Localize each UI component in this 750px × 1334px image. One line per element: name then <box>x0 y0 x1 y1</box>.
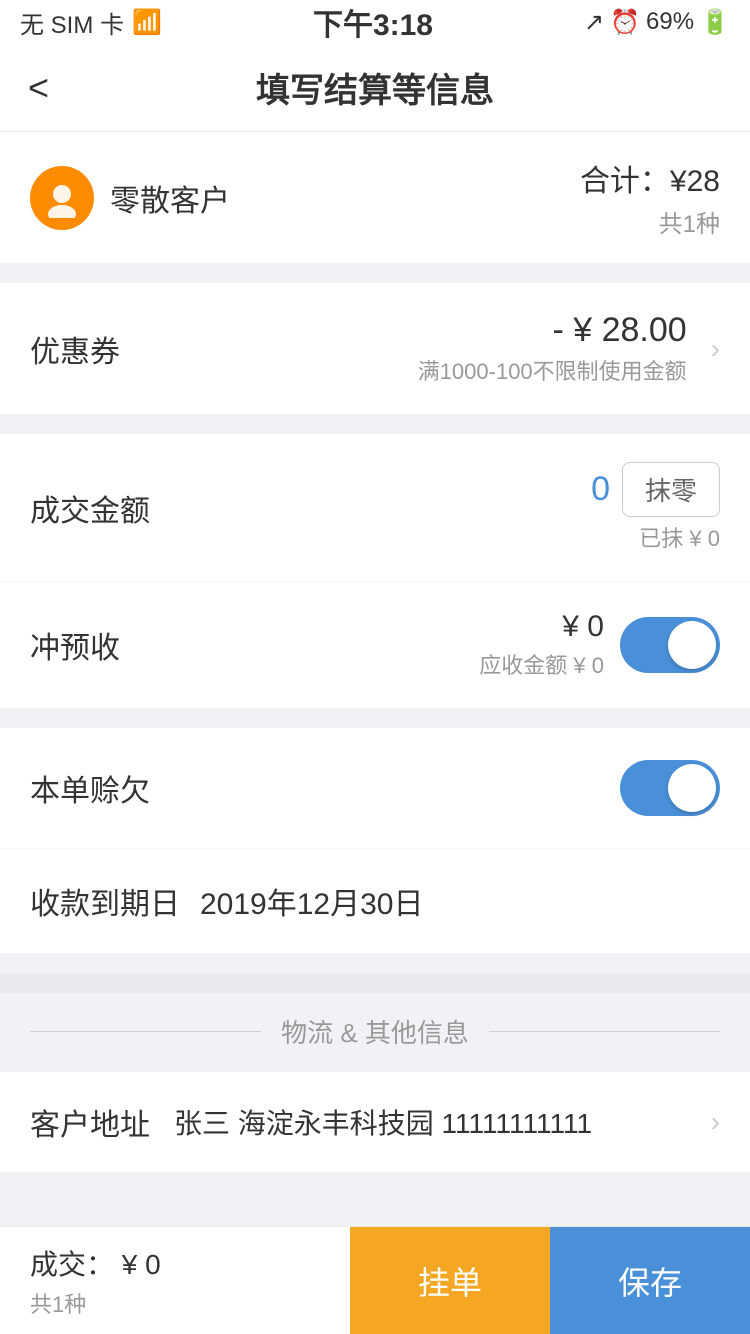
status-left: 无 SIM 卡 📶 <box>20 5 162 40</box>
bottom-transaction-label: 成交： <box>30 1249 114 1280</box>
status-time: 下午3:18 <box>313 0 433 44</box>
location-icon: ↗ <box>584 8 604 37</box>
customer-name: 零散客户 <box>110 176 230 220</box>
coupon-right-area: - ¥ 28.00 满1000-100不限制使用金额 › <box>418 311 720 386</box>
transaction-value[interactable]: 0 <box>591 470 610 509</box>
address-chevron-icon: › <box>711 1106 720 1138</box>
bottom-summary: 成交： ¥ 0 共1种 <box>0 1243 350 1319</box>
total-count: 共1种 <box>580 204 720 239</box>
duedate-row: 收款到期日 2019年12月30日 <box>0 848 750 953</box>
logistics-header: 物流 & 其他信息 <box>0 993 750 1070</box>
transaction-row: 成交金额 0 抹零 已抹 ¥ 0 <box>0 434 750 582</box>
address-value: 张三 海淀永丰科技园 11111111111 <box>174 1102 699 1142</box>
address-label: 客户地址 <box>30 1100 150 1144</box>
round-zero-button[interactable]: 抹零 <box>622 462 720 517</box>
prereceive-sub: 应收金额 ¥ 0 <box>479 648 604 680</box>
bottom-bar: 成交： ¥ 0 共1种 挂单 保存 <box>0 1226 750 1334</box>
battery-percent: 69% <box>646 8 694 36</box>
prereceive-right: ¥ 0 应收金额 ¥ 0 <box>479 610 720 680</box>
credit-label: 本单赊欠 <box>30 766 150 810</box>
main-content: 零散客户 合计：¥28 共1种 优惠券 - ¥ 28.00 满1000-100不… <box>0 132 750 1292</box>
coupon-discount: - ¥ 28.00 <box>418 311 687 350</box>
nav-bar: < 填写结算等信息 <box>0 44 750 132</box>
bottom-transaction-amount: ¥ 0 <box>122 1249 161 1280</box>
coupon-label: 优惠券 <box>30 327 120 371</box>
hold-button[interactable]: 挂单 <box>350 1227 550 1334</box>
toggle-knob <box>668 621 716 669</box>
coupon-desc: 满1000-100不限制使用金额 <box>418 354 687 386</box>
avatar <box>30 166 94 230</box>
credit-section: 本单赊欠 收款到期日 2019年12月30日 <box>0 728 750 953</box>
address-row[interactable]: 客户地址 张三 海淀永丰科技园 11111111111 › <box>0 1072 750 1172</box>
prereceive-row: 冲预收 ¥ 0 应收金额 ¥ 0 <box>0 582 750 708</box>
duedate-value[interactable]: 2019年12月30日 <box>200 879 423 923</box>
credit-row: 本单赊欠 <box>0 728 750 848</box>
customer-section: 零散客户 合计：¥28 共1种 <box>0 132 750 263</box>
transaction-label: 成交金额 <box>30 486 150 530</box>
customer-left: 零散客户 <box>30 166 230 230</box>
wifi-icon: 📶 <box>132 8 162 37</box>
prereceive-amount: ¥ 0 <box>479 610 604 644</box>
coupon-row[interactable]: 优惠券 - ¥ 28.00 满1000-100不限制使用金额 › <box>0 283 750 414</box>
save-button[interactable]: 保存 <box>550 1227 750 1334</box>
chevron-right-icon: › <box>711 333 720 365</box>
no-sim-text: 无 SIM 卡 <box>20 5 124 40</box>
battery-icon: 🔋 <box>700 8 730 37</box>
total-amount: 合计：¥28 <box>580 156 720 200</box>
duedate-label: 收款到期日 <box>30 879 180 923</box>
bottom-transaction-text: 成交： ¥ 0 <box>30 1243 320 1283</box>
coupon-section: 优惠券 - ¥ 28.00 满1000-100不限制使用金额 › <box>0 283 750 414</box>
logistics-title: 物流 & 其他信息 <box>281 1013 469 1050</box>
transaction-sub: 已抹 ¥ 0 <box>591 521 720 553</box>
credit-toggle[interactable] <box>620 760 720 816</box>
credit-toggle-knob <box>668 764 716 812</box>
address-section: 客户地址 张三 海淀永丰科技园 11111111111 › <box>0 1072 750 1172</box>
coupon-info: - ¥ 28.00 满1000-100不限制使用金额 <box>418 311 687 386</box>
prereceive-label: 冲预收 <box>30 623 120 667</box>
page-title: 填写结算等信息 <box>256 63 494 112</box>
transaction-section: 成交金额 0 抹零 已抹 ¥ 0 冲预收 ¥ 0 应收金额 ¥ 0 <box>0 434 750 708</box>
bottom-count: 共1种 <box>30 1287 320 1319</box>
prereceive-toggle[interactable] <box>620 617 720 673</box>
status-right: ↗ ⏰ 69% 🔋 <box>584 8 730 37</box>
status-bar: 无 SIM 卡 📶 下午3:18 ↗ ⏰ 69% 🔋 <box>0 0 750 44</box>
alarm-icon: ⏰ <box>610 8 640 37</box>
prereceive-info: ¥ 0 应收金额 ¥ 0 <box>479 610 604 680</box>
customer-right: 合计：¥28 共1种 <box>580 156 720 239</box>
back-button[interactable]: < <box>28 67 49 109</box>
transaction-input-area: 0 抹零 <box>591 462 720 517</box>
section-divider <box>0 973 750 993</box>
